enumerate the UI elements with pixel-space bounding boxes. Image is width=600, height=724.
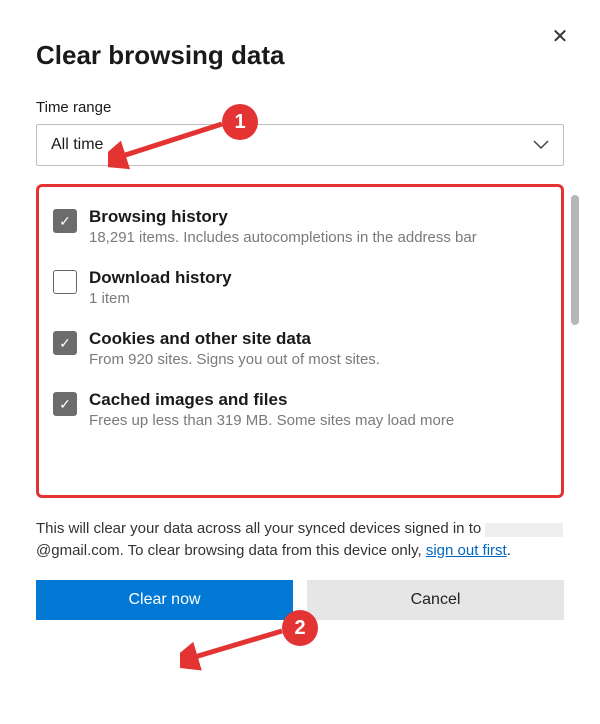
checkbox[interactable]: ✓ <box>53 331 77 355</box>
option-text: Download history 1 item <box>89 268 232 307</box>
option-desc: 18,291 items. Includes autocompletions i… <box>89 229 477 246</box>
sign-out-link[interactable]: sign out first <box>426 542 507 559</box>
option-desc: 1 item <box>89 290 232 307</box>
option-row: Download history 1 item <box>43 260 557 321</box>
annotation-marker-1: 1 <box>222 104 258 140</box>
clear-now-button[interactable]: Clear now <box>36 580 293 620</box>
checkbox[interactable]: ✓ <box>53 392 77 416</box>
option-text: Browsing history 18,291 items. Includes a… <box>89 207 477 246</box>
option-text: Cookies and other site data From 920 site… <box>89 329 380 368</box>
annotation-marker-2: 2 <box>282 610 318 646</box>
option-row: ✓ Cached images and files Frees up less th… <box>43 382 557 443</box>
cancel-button[interactable]: Cancel <box>307 580 564 620</box>
time-range-label: Time range <box>36 99 564 116</box>
close-button[interactable]: ✕ <box>544 20 576 52</box>
option-title: Cookies and other site data <box>89 329 380 349</box>
time-range-value: All time <box>51 136 103 154</box>
close-icon: ✕ <box>552 24 569 49</box>
option-row: ✓ Cookies and other site data From 920 sit… <box>43 321 557 382</box>
option-title: Browsing history <box>89 207 477 227</box>
options-list: ✓ Browsing history 18,291 items. Includes … <box>36 184 564 498</box>
option-title: Download history <box>89 268 232 288</box>
clear-browsing-data-dialog: ✕ Clear browsing data Time range All tim… <box>0 0 600 640</box>
checkbox[interactable] <box>53 270 77 294</box>
option-title: Cached images and files <box>89 390 454 410</box>
chevron-down-icon <box>533 137 549 153</box>
footnote-text: This will clear your data across all you… <box>36 518 564 562</box>
option-desc: Frees up less than 319 MB. Some sites ma… <box>89 412 454 429</box>
redacted-email-user <box>485 523 563 537</box>
time-range-select[interactable]: All time <box>36 124 564 166</box>
option-text: Cached images and files Frees up less tha… <box>89 390 454 429</box>
dialog-title: Clear browsing data <box>36 40 564 71</box>
option-desc: From 920 sites. Signs you out of most si… <box>89 351 380 368</box>
option-row: ✓ Browsing history 18,291 items. Includes … <box>43 199 557 260</box>
scrollbar[interactable] <box>571 195 579 325</box>
checkbox[interactable]: ✓ <box>53 209 77 233</box>
